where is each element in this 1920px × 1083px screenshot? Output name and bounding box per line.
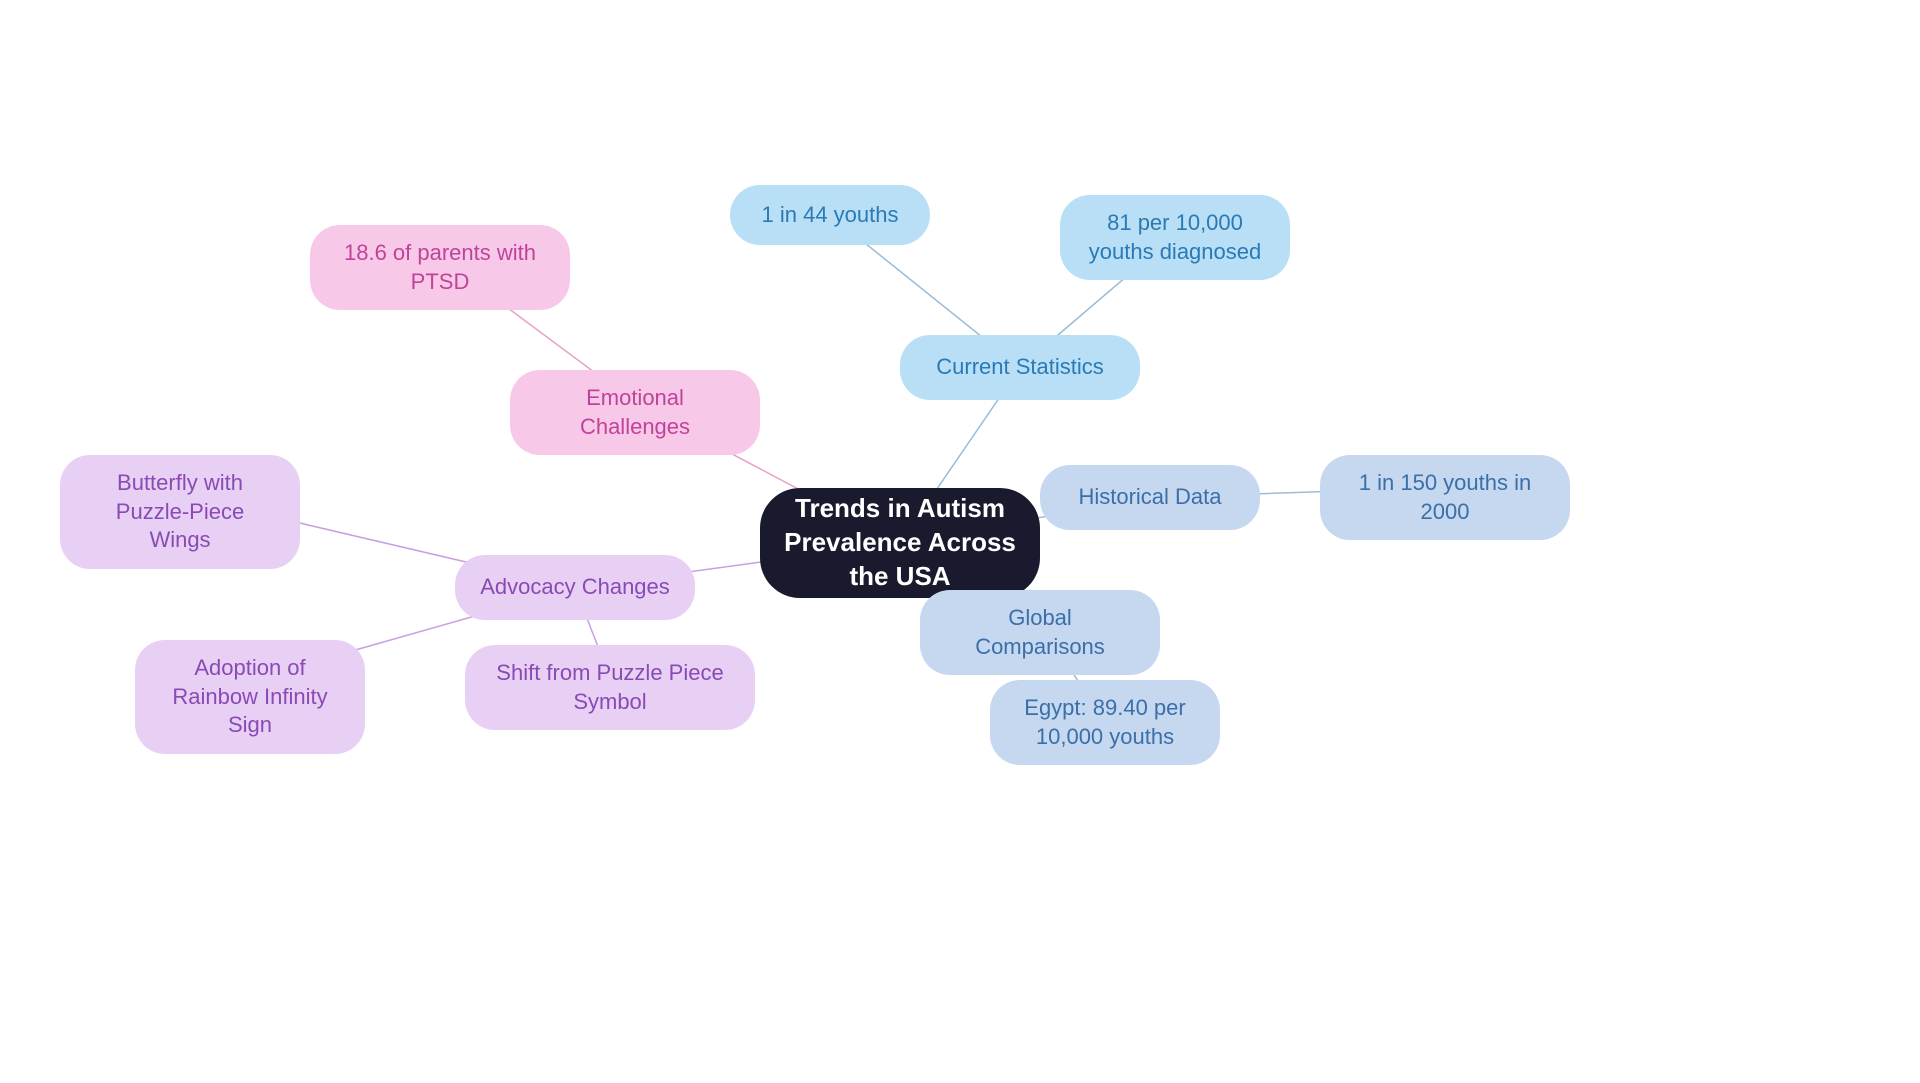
mindmap-canvas [0, 0, 1920, 1083]
